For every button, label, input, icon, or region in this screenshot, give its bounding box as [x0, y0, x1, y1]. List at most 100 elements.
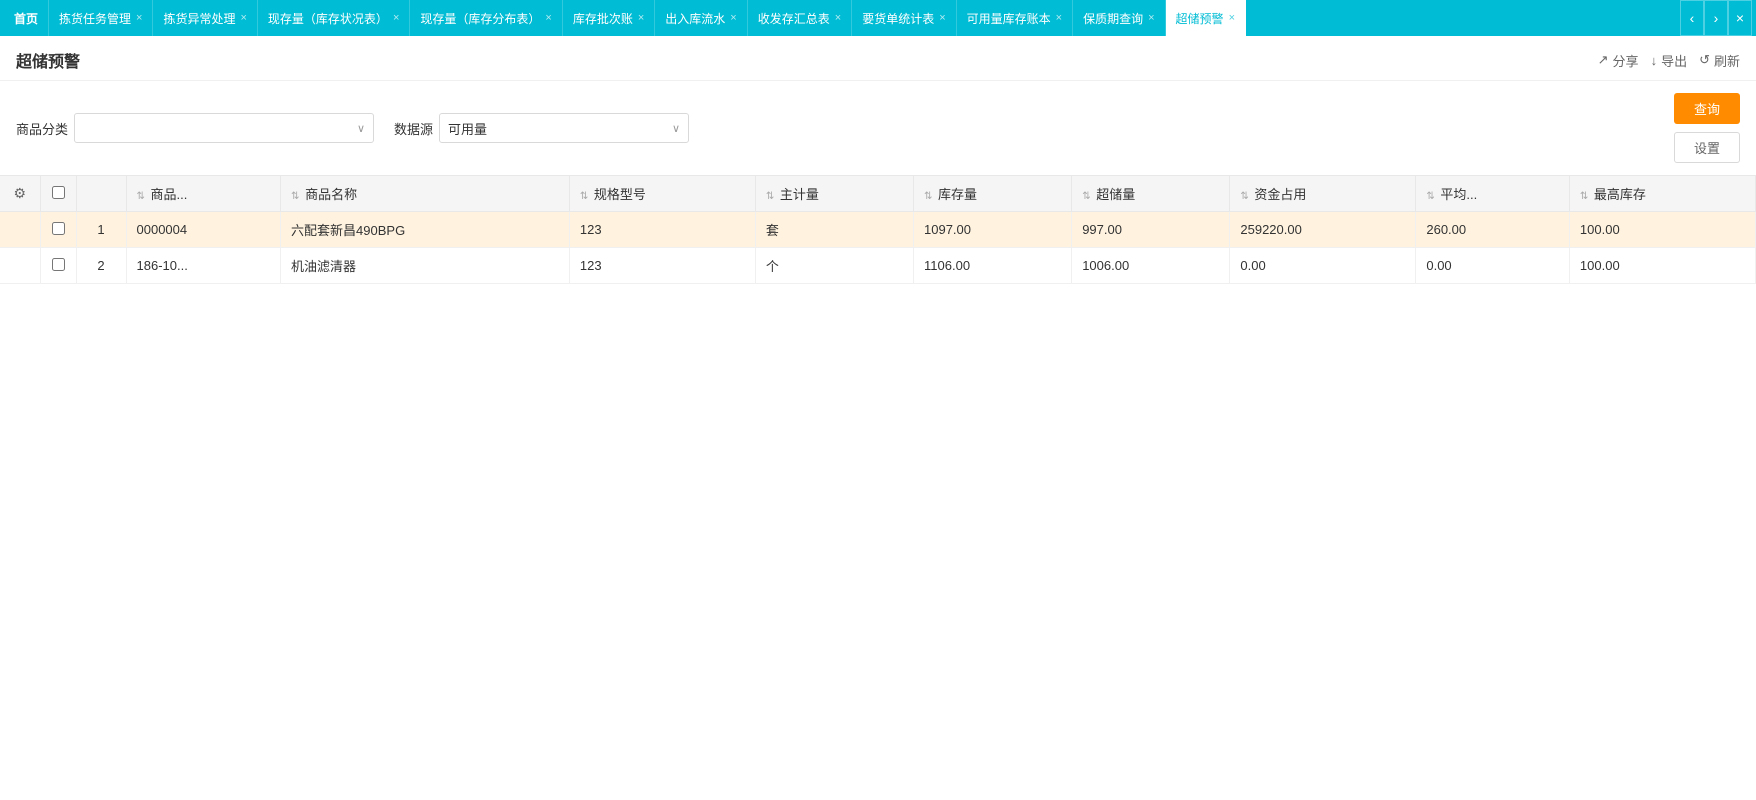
nav-close-button[interactable]: ×	[1728, 0, 1752, 36]
close-tab-order-stats[interactable]: ×	[939, 12, 945, 24]
row-checkbox-0[interactable]	[52, 222, 65, 235]
close-tab-abnormal-process[interactable]: ×	[240, 12, 246, 24]
table-header-row: ⚙ ⇅ 商品... ⇅ 商品名称 ⇅	[0, 176, 1756, 212]
row-index-cell: 1	[76, 212, 126, 248]
nav-tab-recv-send-summary[interactable]: 收发存汇总表×	[748, 0, 852, 36]
datasource-arrow-icon: ∨	[672, 122, 680, 135]
row-checkbox-cell	[40, 212, 76, 248]
close-tab-task-mgmt[interactable]: ×	[136, 12, 142, 24]
column-settings-icon[interactable]: ⚙	[13, 185, 26, 201]
close-tab-avail-inventory[interactable]: ×	[1056, 12, 1062, 24]
category-arrow-icon: ∨	[357, 122, 365, 135]
sort-icon-spec: ⇅	[580, 191, 588, 202]
row-inventory-cell: 1097.00	[914, 212, 1072, 248]
row-spec-cell: 123	[569, 212, 755, 248]
page-title: 超储预警	[16, 48, 80, 72]
datasource-select[interactable]: 可用量 ∨	[439, 113, 689, 143]
nav-arrows: ‹ › ×	[1680, 0, 1752, 36]
nav-tab-avail-inventory[interactable]: 可用量库存账本×	[957, 0, 1073, 36]
page-content: 超储预警 ↗ 分享 ↓ 导出 ↺ 刷新 商品分类 ∨ 数据源	[0, 36, 1756, 800]
datasource-filter: 数据源 可用量 ∨	[394, 113, 689, 143]
col-product-name-header: ⇅ 商品名称	[281, 176, 570, 212]
col-overstock-header: ⇅ 超储量	[1072, 176, 1230, 212]
sort-icon-max-inventory: ⇅	[1580, 191, 1588, 202]
row-avg-cell: 260.00	[1416, 212, 1570, 248]
nav-next-button[interactable]: ›	[1704, 0, 1728, 36]
row-inventory-cell: 1106.00	[914, 248, 1072, 284]
export-icon: ↓	[1651, 53, 1658, 68]
nav-tab-inventory-dist[interactable]: 现存量（库存分布表）×	[410, 0, 562, 36]
row-unit-cell: 套	[755, 212, 913, 248]
top-nav: 首页拣货任务管理×拣货异常处理×现存量（库存状况表）×现存量（库存分布表）×库存…	[0, 0, 1756, 36]
category-select[interactable]: ∨	[74, 113, 374, 143]
row-settings-cell	[0, 212, 40, 248]
sort-icon-product-name: ⇅	[291, 191, 299, 202]
row-overstock-cell: 1006.00	[1072, 248, 1230, 284]
nav-tab-abnormal-process[interactable]: 拣货异常处理×	[153, 0, 257, 36]
table-row: 1 0000004 六配套新昌490BPG 123 套 1097.00 997.…	[0, 212, 1756, 248]
row-product-code-cell: 186-10...	[126, 248, 281, 284]
row-capital-cell: 259220.00	[1230, 212, 1416, 248]
refresh-icon: ↺	[1699, 52, 1710, 68]
row-settings-cell	[0, 248, 40, 284]
nav-tab-order-stats[interactable]: 要货单统计表×	[852, 0, 956, 36]
page-header: 超储预警 ↗ 分享 ↓ 导出 ↺ 刷新	[0, 36, 1756, 81]
nav-tab-inventory-status[interactable]: 现存量（库存状况表）×	[258, 0, 410, 36]
export-link[interactable]: ↓ 导出	[1651, 51, 1688, 70]
col-inventory-header: ⇅ 库存量	[914, 176, 1072, 212]
col-unit-header: ⇅ 主计量	[755, 176, 913, 212]
select-all-checkbox[interactable]	[52, 186, 65, 199]
table-row: 2 186-10... 机油滤清器 123 个 1106.00 1006.00 …	[0, 248, 1756, 284]
sort-icon-avg: ⇅	[1426, 191, 1434, 202]
row-overstock-cell: 997.00	[1072, 212, 1230, 248]
col-spec-header: ⇅ 规格型号	[569, 176, 755, 212]
row-checkbox-cell	[40, 248, 76, 284]
category-filter: 商品分类 ∨	[16, 113, 374, 143]
nav-tab-overstock-warning[interactable]: 超储预警×	[1166, 0, 1246, 36]
row-product-name-cell: 机油滤清器	[281, 248, 570, 284]
row-max-inventory-cell: 100.00	[1569, 248, 1755, 284]
nav-tab-quality-period[interactable]: 保质期查询×	[1073, 0, 1165, 36]
nav-tab-home[interactable]: 首页	[4, 0, 49, 36]
col-select-all	[40, 176, 76, 212]
query-button[interactable]: 查询	[1674, 93, 1740, 124]
nav-tab-in-out-flow[interactable]: 出入库流水×	[655, 0, 747, 36]
close-tab-in-out-flow[interactable]: ×	[730, 12, 736, 24]
col-avg-header: ⇅ 平均...	[1416, 176, 1570, 212]
close-tab-inventory-batch[interactable]: ×	[638, 12, 644, 24]
col-product-code-header: ⇅ 商品...	[126, 176, 281, 212]
sort-icon-overstock: ⇅	[1082, 191, 1090, 202]
datasource-label: 数据源	[394, 119, 433, 138]
row-spec-cell: 123	[569, 248, 755, 284]
close-tab-inventory-dist[interactable]: ×	[545, 12, 551, 24]
col-settings: ⚙	[0, 176, 40, 212]
row-unit-cell: 个	[755, 248, 913, 284]
datasource-value: 可用量	[448, 119, 487, 138]
col-index-header	[76, 176, 126, 212]
table-container: ⚙ ⇅ 商品... ⇅ 商品名称 ⇅	[0, 175, 1756, 284]
page-actions: ↗ 分享 ↓ 导出 ↺ 刷新	[1598, 51, 1740, 70]
nav-prev-button[interactable]: ‹	[1680, 0, 1704, 36]
nav-tab-task-mgmt[interactable]: 拣货任务管理×	[49, 0, 153, 36]
category-label: 商品分类	[16, 119, 68, 138]
close-tab-inventory-status[interactable]: ×	[393, 12, 399, 24]
sort-icon-inventory: ⇅	[924, 191, 932, 202]
col-capital-header: ⇅ 资金占用	[1230, 176, 1416, 212]
col-max-inventory-header: ⇅ 最高库存	[1569, 176, 1755, 212]
row-index-cell: 2	[76, 248, 126, 284]
row-product-code-cell: 0000004	[126, 212, 281, 248]
sort-icon-product-code: ⇅	[137, 191, 145, 202]
filter-bar: 商品分类 ∨ 数据源 可用量 ∨ 查询 设置	[0, 81, 1756, 175]
share-icon: ↗	[1598, 52, 1609, 68]
close-tab-quality-period[interactable]: ×	[1148, 12, 1154, 24]
row-capital-cell: 0.00	[1230, 248, 1416, 284]
close-tab-overstock-warning[interactable]: ×	[1229, 12, 1235, 24]
close-tab-recv-send-summary[interactable]: ×	[835, 12, 841, 24]
refresh-label: 刷新	[1714, 51, 1740, 70]
refresh-link[interactable]: ↺ 刷新	[1699, 51, 1740, 70]
row-checkbox-1[interactable]	[52, 258, 65, 271]
nav-tab-inventory-batch[interactable]: 库存批次账×	[563, 0, 655, 36]
share-link[interactable]: ↗ 分享	[1598, 51, 1639, 70]
share-label: 分享	[1613, 51, 1639, 70]
settings-button[interactable]: 设置	[1674, 132, 1740, 163]
